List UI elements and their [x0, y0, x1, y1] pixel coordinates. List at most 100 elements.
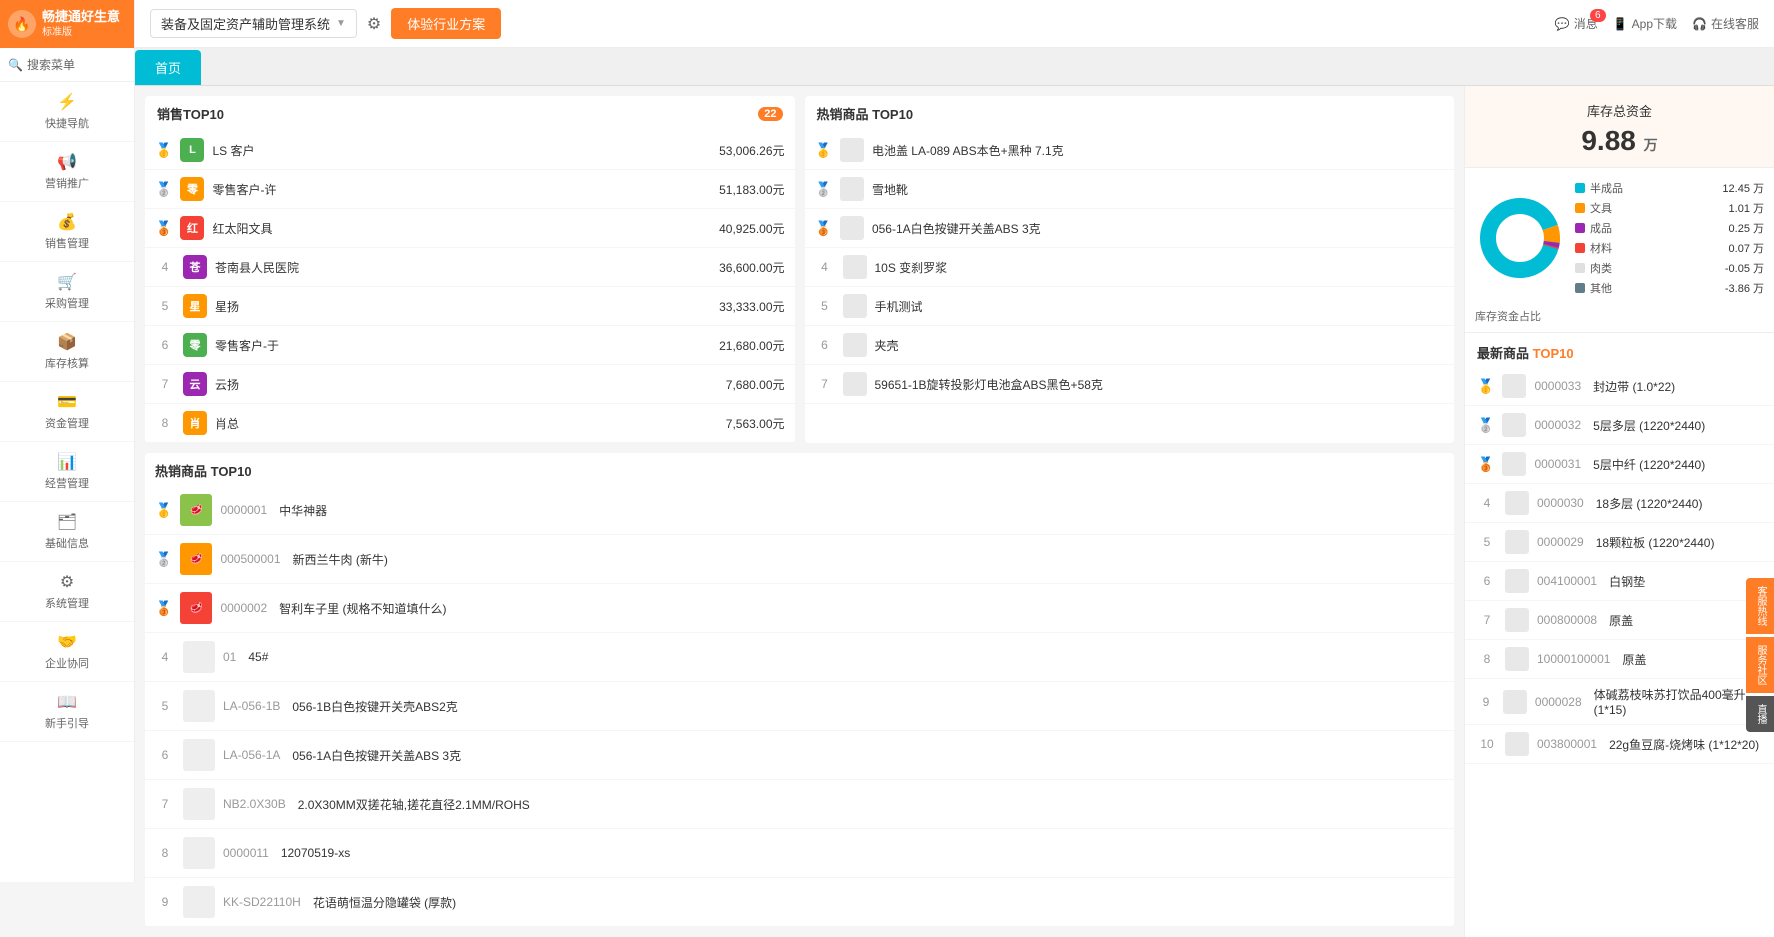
chart-footnote: 库存资金占比: [1465, 308, 1774, 332]
customer-avatar-1: L: [180, 138, 204, 162]
sale-products-title: 热销商品 TOP10: [817, 104, 914, 123]
tab-home[interactable]: 首页: [135, 50, 201, 85]
hp-rank-6: 6: [155, 748, 175, 762]
hp-thumb-9: [183, 886, 215, 918]
inventory-value: 9.88 万: [1480, 125, 1759, 157]
sidebar-item-caigou[interactable]: 🛒 采购管理: [0, 262, 134, 322]
np-name-10: 22g鱼豆腐-烧烤味 (1*12*20): [1609, 736, 1759, 753]
np-rank-4: 4: [1477, 496, 1497, 510]
sale-product-5[interactable]: 5 手机测试: [805, 287, 1455, 326]
sidebar-item-jichu[interactable]: 🗂 基础信息: [0, 502, 134, 562]
hp-thumb-7: [183, 788, 215, 820]
xinshou-icon: 📖: [57, 692, 77, 712]
customer-rank-5[interactable]: 5 星 星扬 33,333.00元: [145, 287, 795, 326]
new-product-10[interactable]: 10 003800001 22g鱼豆腐-烧烤味 (1*12*20): [1465, 725, 1774, 764]
sidebar-item-xinshou[interactable]: 📖 新手引导: [0, 682, 134, 742]
sidebar-item-yingxiao[interactable]: 📢 营销推广: [0, 142, 134, 202]
sidebar-label-xiaoshou: 销售管理: [45, 235, 89, 251]
np-rank-8: 8: [1477, 652, 1497, 666]
customer-rank-1[interactable]: 🥇 L LS 客户 53,006.26元: [145, 131, 795, 170]
customer-rank-4[interactable]: 4 苍 苍南县人民医院 36,600.00元: [145, 248, 795, 287]
np-rank-5: 5: [1477, 535, 1497, 549]
new-product-5[interactable]: 5 0000029 18颗粒板 (1220*2440): [1465, 523, 1774, 562]
hp-name-9: 花语萌恒温分隐罐袋 (厚款): [313, 894, 456, 911]
sidebar-item-xiaoshou[interactable]: 💰 销售管理: [0, 202, 134, 262]
hot-product-8[interactable]: 8 0000011 12070519-xs: [145, 829, 1454, 878]
sp-medal-1: 🥇: [815, 142, 832, 159]
customer-avatar-2: 零: [180, 177, 204, 201]
sale-product-2[interactable]: 🥈 雪地靴: [805, 170, 1455, 209]
hot-product-5[interactable]: 5 LA-056-1B 056-1B白色按键开关壳ABS2克: [145, 682, 1454, 731]
trial-button[interactable]: 体验行业方案: [391, 8, 501, 39]
new-product-6[interactable]: 6 004100001 白钢垫: [1465, 562, 1774, 601]
sidebar-item-jingying[interactable]: 📊 经营管理: [0, 442, 134, 502]
right-panel: 库存总资金 9.88 万: [1464, 86, 1774, 937]
customer-rank-3[interactable]: 🥉 红 红太阳文具 40,925.00元: [145, 209, 795, 248]
np-medal-1: 🥇: [1477, 378, 1494, 395]
legend-dot-1: [1575, 183, 1585, 193]
hp-thumb-5: [183, 690, 215, 722]
float-btn-kefu[interactable]: 客服热线: [1746, 578, 1774, 634]
customer-rank-8[interactable]: 8 肖 肖总 7,563.00元: [145, 404, 795, 443]
customer-rank-6[interactable]: 6 零 零售客户-于 21,680.00元: [145, 326, 795, 365]
sidebar-item-kuaijie[interactable]: ⚡ 快捷导航: [0, 82, 134, 142]
sidebar-label-kuaijie: 快捷导航: [45, 115, 89, 131]
main-area: 装备及固定资产辅助管理系统 ▼ ⚙ 体验行业方案 💬 消息 6 📱 App下载 …: [135, 0, 1774, 937]
hot-products-title-text: 热销商品 TOP10: [155, 461, 252, 480]
online-service-item[interactable]: 🎧 在线客服: [1692, 15, 1759, 32]
system-name: 装备及固定资产辅助管理系统: [161, 14, 330, 33]
new-product-1[interactable]: 🥇 0000033 封边带 (1.0*22): [1465, 367, 1774, 406]
sidebar-search[interactable]: 🔍 搜索菜单: [0, 48, 134, 82]
customers-badge: 22: [758, 107, 782, 121]
customer-name-4: 苍南县人民医院: [215, 259, 711, 276]
new-product-9[interactable]: 9 0000028 体碱荔枝味苏打饮品400毫升 (1*15): [1465, 679, 1774, 725]
np-thumb-5: [1505, 530, 1529, 554]
sale-product-3[interactable]: 🥉 056-1A白色按键开关盖ABS 3克: [805, 209, 1455, 248]
logo-sub: 标准版: [42, 26, 120, 39]
hp-thumb-3: 🥩: [180, 592, 212, 624]
customer-rank-2[interactable]: 🥈 零 零售客户-许 51,183.00元: [145, 170, 795, 209]
hp-thumb-1: 🥩: [180, 494, 212, 526]
sidebar-item-xitong[interactable]: ⚙ 系统管理: [0, 562, 134, 622]
sidebar-item-zijin[interactable]: 💳 资金管理: [0, 382, 134, 442]
np-rank-9: 9: [1477, 695, 1495, 709]
sidebar-label-caigou: 采购管理: [45, 295, 89, 311]
sale-product-4[interactable]: 4 10S 变刹罗浆: [805, 248, 1455, 287]
customer-avatar-8: 肖: [183, 411, 207, 435]
inventory-title: 库存总资金: [1480, 101, 1759, 120]
app-download-item[interactable]: 📱 App下载: [1613, 15, 1677, 32]
np-thumb-8: [1505, 647, 1529, 671]
new-product-8[interactable]: 8 10000100001 原盖: [1465, 640, 1774, 679]
hp-code-6: LA-056-1A: [223, 748, 280, 762]
hot-product-3[interactable]: 🥉 🥩 0000002 智利车子里 (规格不知道填什么): [145, 584, 1454, 633]
sidebar-item-kucun[interactable]: 📦 库存核算: [0, 322, 134, 382]
sale-product-1[interactable]: 🥇 电池盖 LA-089 ABS本色+黑种 7.1克: [805, 131, 1455, 170]
hot-product-6[interactable]: 6 LA-056-1A 056-1A白色按键开关盖ABS 3克: [145, 731, 1454, 780]
customer-avatar-5: 星: [183, 294, 207, 318]
new-product-2[interactable]: 🥈 0000032 5层多层 (1220*2440): [1465, 406, 1774, 445]
messages-item[interactable]: 💬 消息 6: [1555, 15, 1598, 32]
float-btn-service[interactable]: 服务社区: [1746, 637, 1774, 693]
np-name-8: 原盖: [1622, 651, 1646, 668]
np-thumb-7: [1505, 608, 1529, 632]
sidebar-search-label: 搜索菜单: [27, 56, 75, 73]
new-product-7[interactable]: 7 000800008 原盖: [1465, 601, 1774, 640]
customer-value-8: 7,563.00元: [726, 415, 785, 432]
new-product-3[interactable]: 🥉 0000031 5层中纤 (1220*2440): [1465, 445, 1774, 484]
sale-product-6[interactable]: 6 夹壳: [805, 326, 1455, 365]
hot-product-2[interactable]: 🥈 🥩 000500001 新西兰牛肉 (新牛): [145, 535, 1454, 584]
legend-label-3: 成品: [1590, 220, 1724, 236]
customer-rank-7[interactable]: 7 云 云扬 7,680.00元: [145, 365, 795, 404]
settings-icon[interactable]: ⚙: [367, 14, 381, 34]
hot-product-4[interactable]: 4 01 45#: [145, 633, 1454, 682]
hot-product-1[interactable]: 🥇 🥩 0000001 中华神器: [145, 486, 1454, 535]
sale-product-7[interactable]: 7 59651-1B旋转投影灯电池盒ABS黑色+58克: [805, 365, 1455, 404]
jichu-icon: 🗂: [57, 512, 77, 532]
system-selector[interactable]: 装备及固定资产辅助管理系统 ▼: [150, 9, 357, 38]
hot-product-9[interactable]: 9 KK-SD22110H 花语萌恒温分隐罐袋 (厚款): [145, 878, 1454, 927]
inventory-donut-chart: [1475, 193, 1565, 283]
float-btn-live[interactable]: 直播: [1746, 696, 1774, 732]
sidebar-item-qiye[interactable]: 🤝 企业协同: [0, 622, 134, 682]
hot-product-7[interactable]: 7 NB2.0X30B 2.0X30MM双搓花轴,搓花直径2.1MM/ROHS: [145, 780, 1454, 829]
new-product-4[interactable]: 4 0000030 18多层 (1220*2440): [1465, 484, 1774, 523]
